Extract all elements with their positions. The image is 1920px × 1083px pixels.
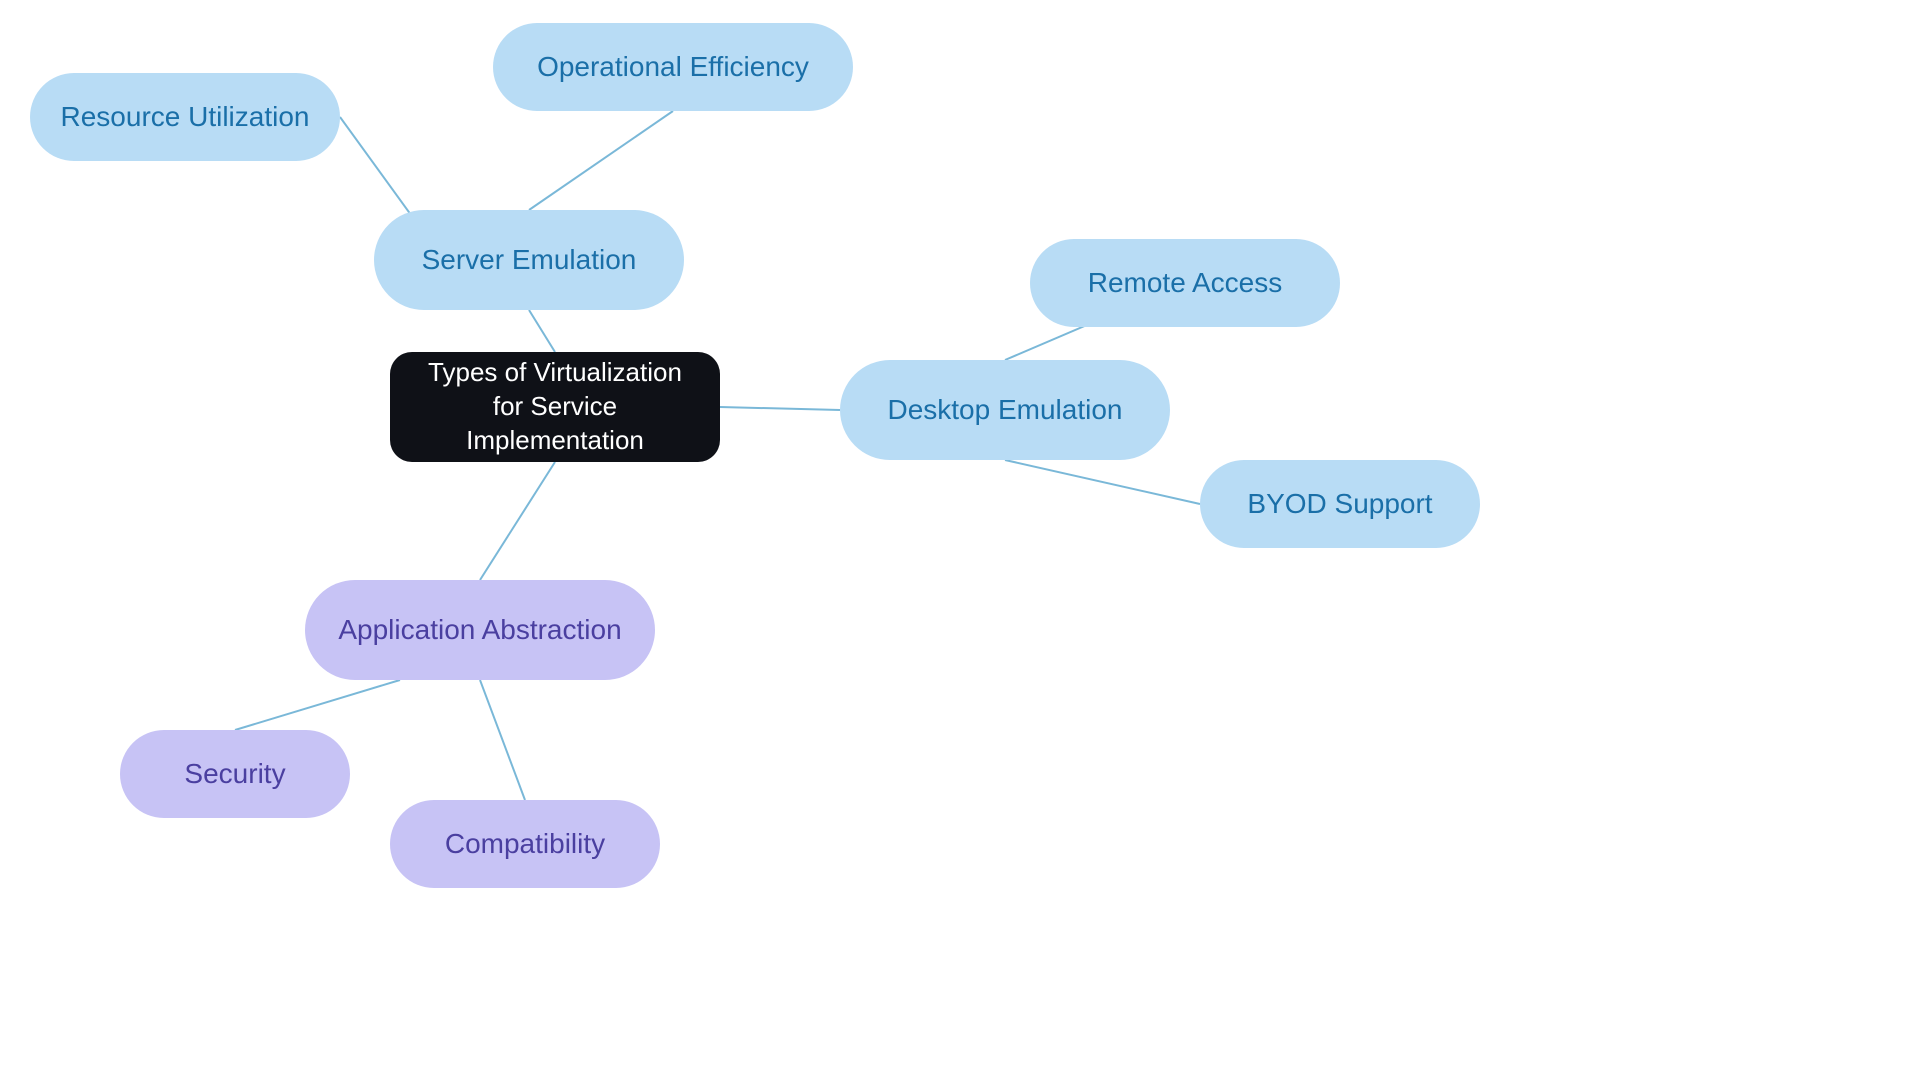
server-emulation-node[interactable]: Server Emulation (374, 210, 684, 310)
application-abstraction-node[interactable]: Application Abstraction (305, 580, 655, 680)
connection-lines (0, 0, 1920, 1083)
center-node[interactable]: Types of Virtualization for Service Impl… (390, 352, 720, 462)
operational-efficiency-node[interactable]: Operational Efficiency (493, 23, 853, 111)
byod-support-node[interactable]: BYOD Support (1200, 460, 1480, 548)
security-node[interactable]: Security (120, 730, 350, 818)
remote-access-node[interactable]: Remote Access (1030, 239, 1340, 327)
resource-utilization-node[interactable]: Resource Utilization (30, 73, 340, 161)
desktop-emulation-node[interactable]: Desktop Emulation (840, 360, 1170, 460)
compatibility-node[interactable]: Compatibility (390, 800, 660, 888)
